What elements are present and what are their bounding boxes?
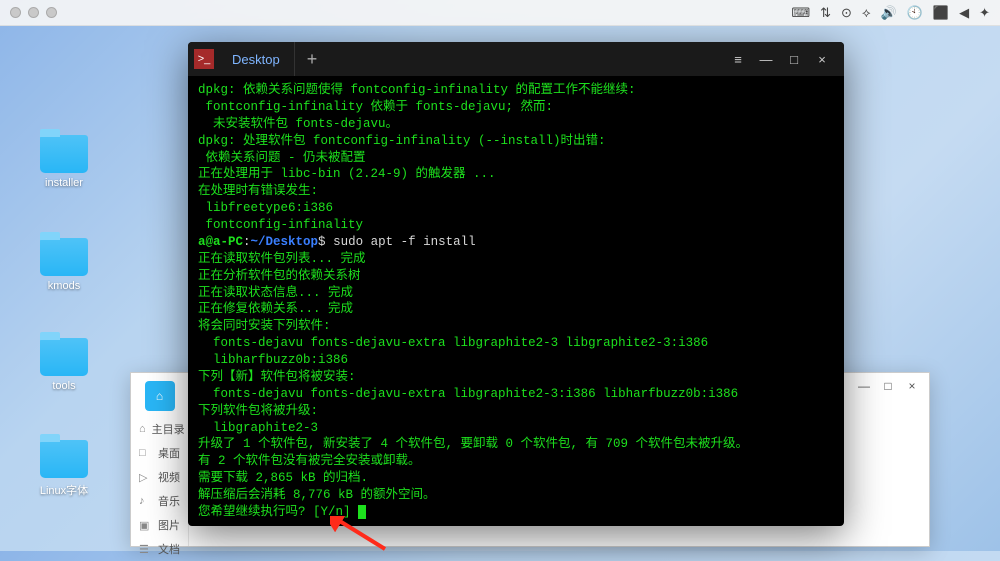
terminal-line: 正在读取软件包列表... 完成 [198, 251, 834, 268]
fm-sidebar-item-label: 视频 [158, 469, 180, 485]
desktop-folder-Linux字体[interactable]: Linux字体 [24, 440, 104, 498]
desktop-icon-label: kmods [24, 280, 104, 292]
terminal-line: 将会同时安装下列软件: [198, 318, 834, 335]
window-traffic-lights [10, 7, 57, 18]
terminal-line: a@a-PC:~/Desktop$ sudo apt -f install [198, 234, 834, 251]
fm-minimize-button[interactable]: — [855, 379, 873, 395]
fm-sidebar-item-icon: ⌂ [139, 423, 146, 435]
new-tab-button[interactable]: + [295, 49, 330, 70]
desktop-folder-installer[interactable]: installer [24, 135, 104, 189]
terminal-line: dpkg: 依赖关系问题使得 fontconfig-infinality 的配置… [198, 82, 834, 99]
minimize-dot[interactable] [28, 7, 39, 18]
terminal-line: fontconfig-infinality [198, 217, 834, 234]
terminal-line: 升级了 1 个软件包, 新安装了 4 个软件包, 要卸载 0 个软件包, 有 7… [198, 436, 834, 453]
system-topbar: ⌨ ⇅ ⊙ ⟡ 🔊 🕙 ⬛ ◀ ✦ [0, 0, 1000, 26]
terminal-line: libharfbuzz0b:i386 [198, 352, 834, 369]
tray-icon[interactable]: ⊙ [841, 5, 852, 21]
terminal-menu-button[interactable]: ≡ [728, 52, 748, 67]
terminal-line: 需要下载 2,865 kB 的归档. [198, 470, 834, 487]
fm-sidebar-item[interactable]: ▣ 图片 [131, 513, 188, 537]
terminal-minimize-button[interactable]: — [756, 52, 776, 67]
terminal-close-button[interactable]: × [812, 52, 832, 67]
fm-sidebar-item-icon: □ [139, 447, 152, 459]
terminal-line: 您希望继续执行吗? [Y/n] [198, 504, 834, 521]
desktop-icon-label: installer [24, 177, 104, 189]
terminal-line: 未安装软件包 fonts-dejavu。 [198, 116, 834, 133]
fm-sidebar-item[interactable]: ▷ 视频 [131, 465, 188, 489]
terminal-line: 下列软件包将被升级: [198, 403, 834, 420]
tray-icons: ⌨ ⇅ ⊙ ⟡ 🔊 🕙 ⬛ ◀ ✦ [791, 5, 990, 21]
terminal-output[interactable]: dpkg: 依赖关系问题使得 fontconfig-infinality 的配置… [188, 76, 844, 526]
tray-icon[interactable]: ⟡ [862, 5, 871, 21]
fm-sidebar-item-icon: ☰ [139, 543, 152, 556]
terminal-maximize-button[interactable]: □ [784, 52, 804, 67]
tray-icon[interactable]: ⌨ [791, 5, 810, 21]
fm-sidebar-item-icon: ▷ [139, 471, 152, 484]
fm-sidebar-item[interactable]: ☰ 文档 [131, 537, 188, 561]
fm-sidebar-item-label: 文档 [158, 541, 180, 557]
fm-sidebar-item-label: 主目录 [152, 421, 185, 437]
desktop-folder-kmods[interactable]: kmods [24, 238, 104, 292]
folder-icon [40, 440, 88, 478]
terminal-line: 解压缩后会消耗 8,776 kB 的额外空间。 [198, 487, 834, 504]
fm-close-button[interactable]: × [903, 379, 921, 395]
terminal-line: 正在修复依赖关系... 完成 [198, 301, 834, 318]
terminal-tab[interactable]: Desktop [218, 42, 295, 76]
terminal-line: fonts-dejavu fonts-dejavu-extra libgraph… [198, 335, 834, 352]
tray-icon[interactable]: 🔊 [881, 5, 897, 21]
terminal-window[interactable]: >_ Desktop + ≡ — □ × dpkg: 依赖关系问题使得 font… [188, 42, 844, 526]
terminal-line: 正在分析软件包的依赖关系树 [198, 268, 834, 285]
fm-sidebar-item-label: 音乐 [158, 493, 180, 509]
folder-icon [40, 238, 88, 276]
tray-icon[interactable]: 🕙 [907, 5, 923, 21]
fm-sidebar-item-label: 桌面 [158, 445, 180, 461]
tray-icon[interactable]: ⬛ [933, 5, 949, 21]
terminal-line: dpkg: 处理软件包 fontconfig-infinality (--ins… [198, 133, 834, 150]
terminal-line: fonts-dejavu fonts-dejavu-extra libgraph… [198, 386, 834, 403]
tray-icon[interactable]: ✦ [979, 5, 990, 21]
close-dot[interactable] [10, 7, 21, 18]
terminal-line: 正在读取状态信息... 完成 [198, 285, 834, 302]
terminal-tab-icon: >_ [194, 49, 214, 69]
fm-app-icon: ⌂ [145, 381, 175, 411]
folder-icon [40, 135, 88, 173]
terminal-line: libfreetype6:i386 [198, 200, 834, 217]
fm-sidebar-item[interactable]: ⌂ 主目录 [131, 417, 188, 441]
folder-icon [40, 338, 88, 376]
zoom-dot[interactable] [46, 7, 57, 18]
fm-sidebar-item[interactable]: ♪ 音乐 [131, 489, 188, 513]
terminal-line: 有 2 个软件包没有被完全安装或卸载。 [198, 453, 834, 470]
fm-sidebar: ⌂ ⌂主目录□桌面▷视频♪音乐▣图片☰文档 [131, 373, 189, 546]
fm-sidebar-item-label: 图片 [158, 517, 180, 533]
desktop-folder-tools[interactable]: tools [24, 338, 104, 392]
terminal-line: libgraphite2-3 [198, 420, 834, 437]
terminal-cursor [358, 505, 366, 519]
terminal-line: 下列【新】软件包将被安装: [198, 369, 834, 386]
terminal-titlebar[interactable]: >_ Desktop + ≡ — □ × [188, 42, 844, 76]
terminal-line: 在处理时有错误发生: [198, 183, 834, 200]
fm-maximize-button[interactable]: □ [879, 379, 897, 395]
terminal-line: 依赖关系问题 - 仍未被配置 [198, 150, 834, 167]
desktop-icon-label: tools [24, 380, 104, 392]
terminal-line: fontconfig-infinality 依赖于 fonts-dejavu; … [198, 99, 834, 116]
terminal-line: 正在处理用于 libc-bin (2.24-9) 的触发器 ... [198, 166, 834, 183]
tray-icon[interactable]: ⇅ [820, 5, 831, 21]
fm-sidebar-item-icon: ♪ [139, 495, 152, 507]
terminal-window-controls: ≡ — □ × [728, 52, 838, 67]
desktop-icon-label: Linux字体 [24, 482, 104, 498]
tray-icon[interactable]: ◀ [959, 5, 969, 21]
fm-sidebar-item[interactable]: □ 桌面 [131, 441, 188, 465]
fm-sidebar-item-icon: ▣ [139, 519, 152, 532]
fm-window-controls: — □ × [847, 373, 929, 401]
